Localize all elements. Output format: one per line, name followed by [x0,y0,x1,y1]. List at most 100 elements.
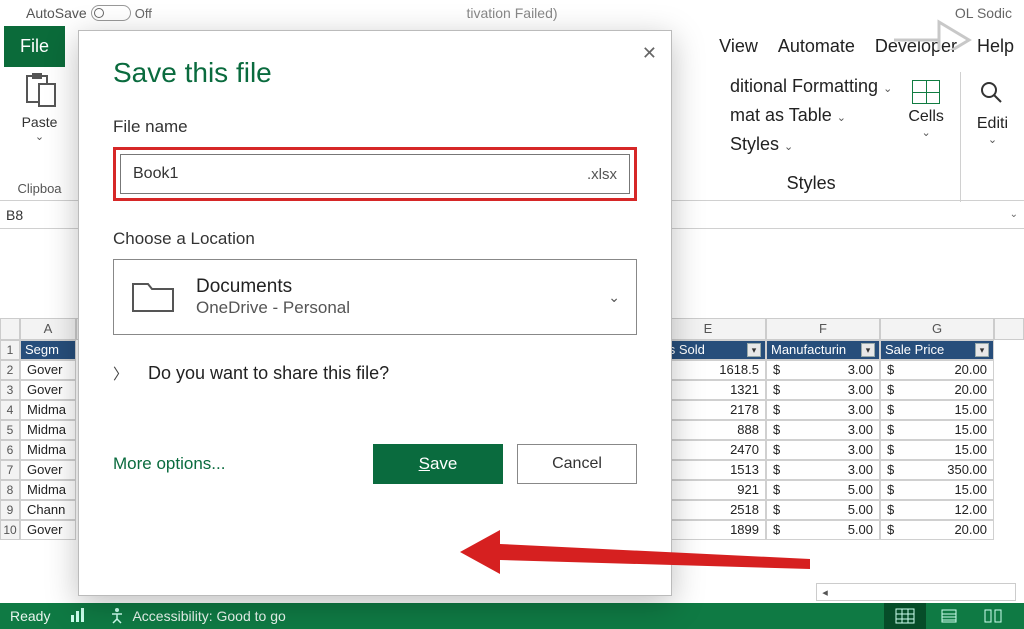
view-switcher [884,603,1014,629]
cell-sale-price[interactable]: $15.00 [880,420,994,440]
cells-caret-icon: ⌄ [921,126,930,139]
save-dialog: ✕ Save this file File name .xlsx Choose … [78,30,672,596]
page-break-view-button[interactable] [972,603,1014,629]
title-bar: AutoSave Off tivation Failed) OL Sodic [0,0,1024,26]
filename-input[interactable] [133,165,587,183]
cell-segment[interactable]: Midma [20,480,76,500]
autosave-label: AutoSave [26,5,87,21]
row-header[interactable]: 3 [0,380,20,400]
row-header[interactable]: 6 [0,440,20,460]
folder-icon [130,276,176,319]
location-caret-icon[interactable]: ⌄ [608,289,620,306]
cell-sale-price[interactable]: $15.00 [880,440,994,460]
col-header-g[interactable]: G [880,318,994,340]
save-button[interactable]: Save [373,444,503,484]
cell-manufacturing[interactable]: $3.00 [766,380,880,400]
row-header[interactable]: 4 [0,400,20,420]
row-header[interactable]: 9 [0,500,20,520]
cell-segment[interactable]: Midma [20,400,76,420]
select-all-corner[interactable] [0,318,20,340]
cell-manufacturing[interactable]: $3.00 [766,460,880,480]
cell-sale-price[interactable]: $15.00 [880,480,994,500]
cell-segment[interactable]: Gover [20,380,76,400]
cell-manufacturing[interactable]: $3.00 [766,440,880,460]
row-header[interactable]: 7 [0,460,20,480]
cells-label: Cells [908,108,944,126]
cell-sale-price[interactable]: $12.00 [880,500,994,520]
filter-icon[interactable]: ▾ [975,343,989,357]
cell-segment[interactable]: Midma [20,440,76,460]
cell-manufacturing[interactable]: $5.00 [766,480,880,500]
conditional-formatting-button[interactable]: ditional Formatting ⌄ [730,72,892,101]
cell-manufacturing[interactable]: $3.00 [766,420,880,440]
location-sub: OneDrive - Personal [196,298,350,318]
cell-sale-price[interactable]: $15.00 [880,400,994,420]
clipboard-icon [23,72,57,111]
page-layout-view-button[interactable] [928,603,970,629]
accessibility-text[interactable]: Accessibility: Good to go [132,608,285,624]
col-header-a[interactable]: A [20,318,76,340]
location-name: Documents [196,276,350,298]
paste-button[interactable]: Paste ⌄ [22,72,58,143]
normal-view-button[interactable] [884,603,926,629]
location-text: Documents OneDrive - Personal [196,276,350,318]
cell-segment[interactable]: Gover [20,360,76,380]
cell-segment[interactable]: Chann [20,500,76,520]
tab-automate[interactable]: Automate [768,36,865,57]
chevron-right-icon: 〉 [113,363,128,384]
filename-field[interactable]: .xlsx [120,154,630,194]
close-button[interactable]: ✕ [642,43,657,64]
header-cell-segment[interactable]: Segm [20,340,76,360]
format-as-table-button[interactable]: mat as Table ⌄ [730,101,892,130]
location-picker[interactable]: Documents OneDrive - Personal ⌄ [113,259,637,335]
cell-segment[interactable]: Gover [20,520,76,540]
status-bar: Ready Accessibility: Good to go [0,603,1024,629]
cell-sale-price[interactable]: $20.00 [880,360,994,380]
cell-manufacturing[interactable]: $3.00 [766,360,880,380]
share-prompt: Do you want to share this file? [148,363,389,384]
name-box[interactable]: B8 [0,204,78,226]
row-header[interactable]: 1 [0,340,20,360]
formula-expand-icon[interactable]: ⌄ [1004,209,1024,220]
cell-sale-price[interactable]: $350.00 [880,460,994,480]
tab-help[interactable]: Help [967,36,1024,57]
location-label: Choose a Location [113,229,637,249]
paste-label: Paste [22,114,58,130]
autosave-toggle[interactable] [91,5,131,21]
row-header[interactable]: 5 [0,420,20,440]
filename-extension[interactable]: .xlsx [587,166,617,183]
row-header[interactable]: 10 [0,520,20,540]
header-cell-sale-price[interactable]: Sale Price▾ [880,340,994,360]
horizontal-scrollbar[interactable]: ◂ [816,583,1016,601]
more-options-link[interactable]: More options... [113,454,225,474]
share-expander[interactable]: 〉 Do you want to share this file? [113,363,637,384]
cancel-button[interactable]: Cancel [517,444,637,484]
styles-group-label: Styles [730,173,892,194]
cell-segment[interactable]: Midma [20,420,76,440]
cell-manufacturing[interactable]: $5.00 [766,520,880,540]
dialog-footer: More options... Save Cancel [113,444,637,484]
stats-icon[interactable] [70,607,88,626]
header-cell-manufacturing[interactable]: Manufacturin▾ [766,340,880,360]
scroll-left-icon[interactable]: ◂ [817,586,833,599]
filename-highlight: .xlsx [113,147,637,201]
cells-button[interactable]: Cells ⌄ [908,72,944,139]
file-tab[interactable]: File [4,26,65,67]
cell-sale-price[interactable]: $20.00 [880,520,994,540]
share-arrow-icon [884,0,974,53]
editing-caret-icon: ⌄ [988,133,997,146]
cell-manufacturing[interactable]: $5.00 [766,500,880,520]
editing-button[interactable]: Editi ⌄ [977,72,1008,146]
filter-icon[interactable]: ▾ [747,343,761,357]
row-header[interactable]: 8 [0,480,20,500]
cell-styles-button[interactable]: Styles ⌄ [730,130,892,159]
accessibility-icon[interactable] [108,606,126,627]
clipboard-group: Paste ⌄ Clipboa [0,72,80,202]
filter-icon[interactable]: ▾ [861,343,875,357]
row-header[interactable]: 2 [0,360,20,380]
cell-sale-price[interactable]: $20.00 [880,380,994,400]
cell-segment[interactable]: Gover [20,460,76,480]
col-header-f[interactable]: F [766,318,880,340]
tab-view[interactable]: View [709,36,768,57]
cell-manufacturing[interactable]: $3.00 [766,400,880,420]
